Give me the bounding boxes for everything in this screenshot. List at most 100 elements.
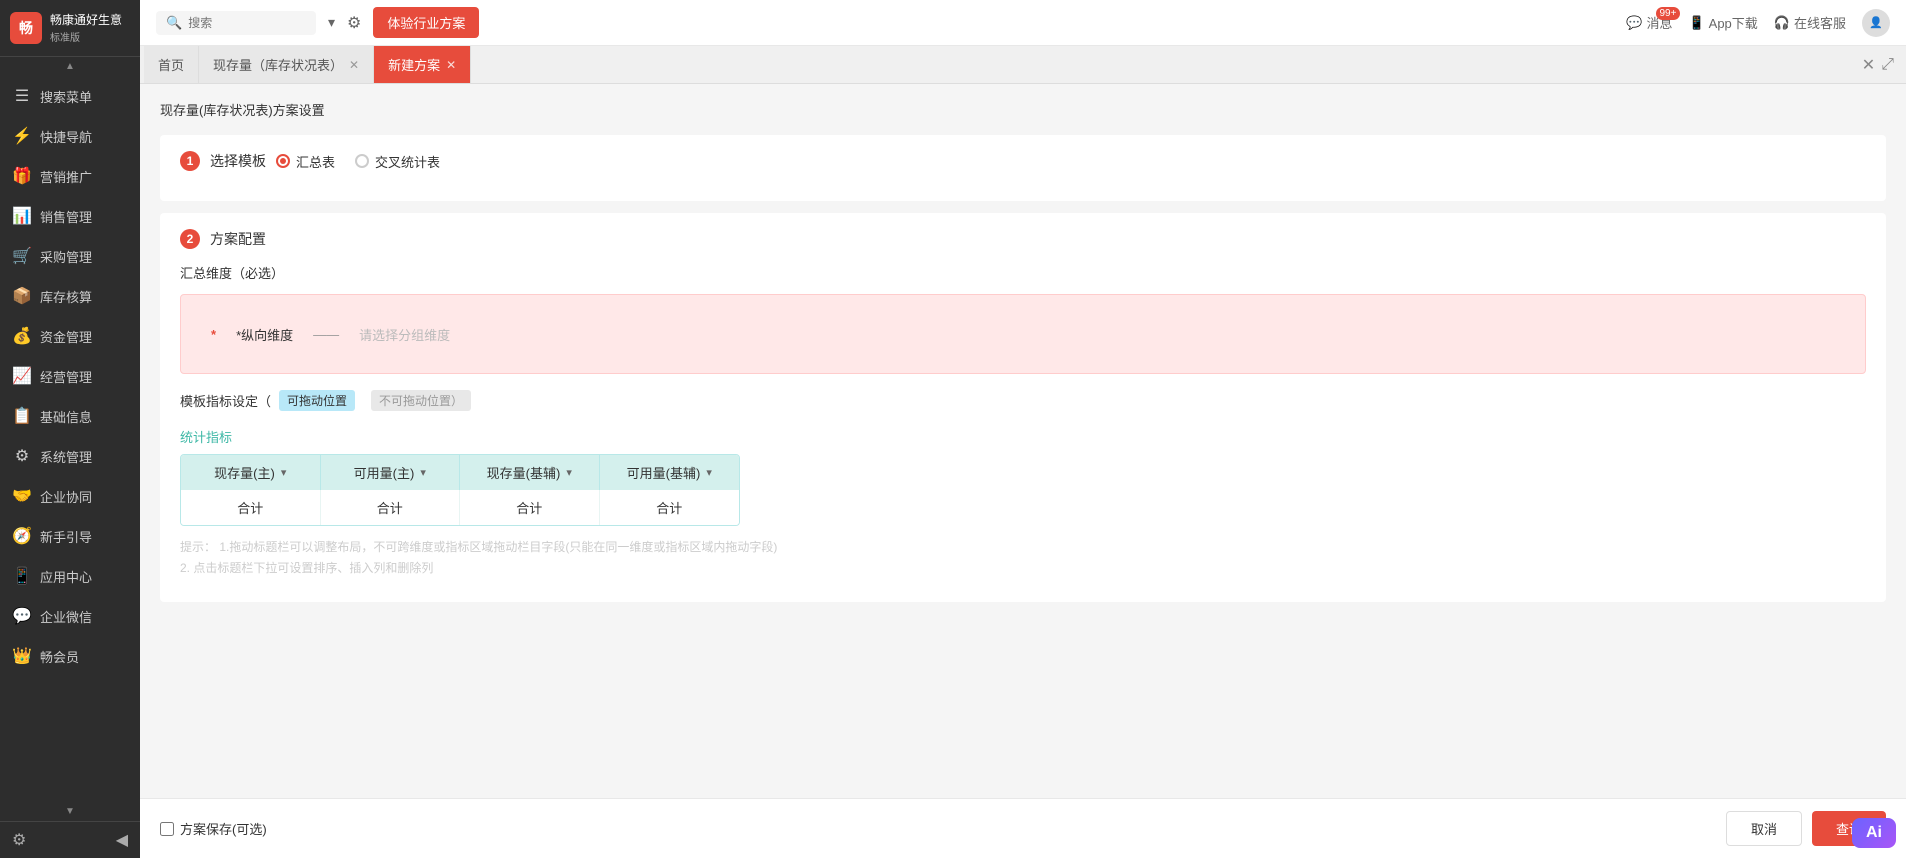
header-dropdown-icon[interactable]: ▾ xyxy=(328,14,335,31)
sidebar-item-basic-info[interactable]: 📋 基础信息 xyxy=(0,396,140,436)
sidebar-label-new-guide: 新手引导 xyxy=(40,527,92,546)
stats-col2-label: 可用量(主) xyxy=(354,463,415,482)
sidebar-item-system[interactable]: ⚙ 系统管理 xyxy=(0,436,140,476)
sidebar-label-app-center: 应用中心 xyxy=(40,567,92,586)
basic-info-icon: 📋 xyxy=(12,406,32,426)
stats-col2-body: 合计 xyxy=(321,490,461,525)
page-title: 现存量(库存状况表)方案设置 xyxy=(160,100,1886,119)
indicator-settings: 模板指标设定（ 可拖动位置 不可拖动位置） xyxy=(180,390,1866,411)
tab-new-scheme[interactable]: 新建方案 ✕ xyxy=(374,46,471,83)
col3-chevron-icon[interactable]: ▾ xyxy=(566,466,572,479)
sidebar-label-wechat: 企业微信 xyxy=(40,607,92,626)
sidebar-bottom: ⚙ ◀ xyxy=(0,821,140,858)
tab-home[interactable]: 首页 xyxy=(144,46,199,83)
sidebar-label-operations: 经营管理 xyxy=(40,367,92,386)
step2-title: 方案配置 xyxy=(210,229,266,249)
logo-icon: 畅 xyxy=(10,12,42,44)
sidebar-label-basic-info: 基础信息 xyxy=(40,407,92,426)
radio-summary-label: 汇总表 xyxy=(296,152,335,171)
sidebar-item-enterprise[interactable]: 🤝 企业协同 xyxy=(0,476,140,516)
finance-icon: 💰 xyxy=(12,326,32,346)
tab-new-scheme-close-icon[interactable]: ✕ xyxy=(446,58,456,72)
sidebar-label-quick-nav: 快捷导航 xyxy=(40,127,92,146)
collapse-icon[interactable]: ◀ xyxy=(116,830,128,850)
sidebar-item-inventory[interactable]: 📦 库存核算 xyxy=(0,276,140,316)
save-checkbox[interactable] xyxy=(160,822,174,836)
headset-icon: 🎧 xyxy=(1774,15,1790,31)
sidebar-item-purchase[interactable]: 🛒 采购管理 xyxy=(0,236,140,276)
search-menu-icon: ☰ xyxy=(12,86,32,106)
step2-header: 2 方案配置 xyxy=(180,229,1866,249)
app-center-icon: 📱 xyxy=(12,566,32,586)
stats-table: 现存量(主) ▾ 可用量(主) ▾ 现存量(基辅) ▾ 可用量(基辅) xyxy=(180,454,740,526)
sidebar-item-member[interactable]: 👑 畅会员 xyxy=(0,636,140,676)
sidebar-label-member: 畅会员 xyxy=(40,647,79,666)
sidebar-scroll-down[interactable]: ▼ xyxy=(0,802,140,821)
tab-inventory-label: 现存量（库存状况表） xyxy=(213,55,343,74)
radio-summary-table[interactable]: 汇总表 xyxy=(276,152,335,171)
tab-inventory-status[interactable]: 现存量（库存状况表） ✕ xyxy=(199,46,374,83)
col2-chevron-icon[interactable]: ▾ xyxy=(420,466,426,479)
sidebar-item-marketing[interactable]: 🎁 营销推广 xyxy=(0,156,140,196)
tab-restore-icon[interactable]: ⤢ xyxy=(1881,56,1894,74)
tab-bar: 首页 现存量（库存状况表） ✕ 新建方案 ✕ ✕ ⤢ xyxy=(140,46,1906,84)
step2-section: 2 方案配置 汇总维度（必选） * *纵向维度 —— 请选择分组维度 模板指标设… xyxy=(160,213,1886,602)
header-gear-icon[interactable]: ⚙ xyxy=(347,13,361,33)
indicator-settings-label: 模板指标设定（ 可拖动位置 不可拖动位置） xyxy=(180,390,1866,411)
sidebar-item-quick-nav[interactable]: ⚡ 快捷导航 xyxy=(0,116,140,156)
step1-title: 选择模板 xyxy=(210,151,266,171)
tab-end-icons: ✕ ⤢ xyxy=(1862,55,1902,75)
sidebar-item-app-center[interactable]: 📱 应用中心 xyxy=(0,556,140,596)
online-service-button[interactable]: 🎧 在线客服 xyxy=(1774,13,1846,32)
save-option-label: 方案保存(可选) xyxy=(180,819,267,838)
stats-body-row: 合计 合计 合计 合计 xyxy=(181,490,739,525)
trial-button[interactable]: 体验行业方案 xyxy=(373,7,479,38)
sidebar-label-finance: 资金管理 xyxy=(40,327,92,346)
hint-line-1: 提示： 1.拖动标题栏可以调整布局，不可跨维度或指标区域拖动栏目字段(只能在同一… xyxy=(180,538,1866,555)
ai-badge[interactable]: Ai xyxy=(1852,818,1896,848)
col4-chevron-icon[interactable]: ▾ xyxy=(706,466,712,479)
sidebar-label-marketing: 营销推广 xyxy=(40,167,92,186)
step1-header: 1 选择模板 汇总表 交叉统计表 xyxy=(180,151,1866,171)
tab-inventory-close-icon[interactable]: ✕ xyxy=(349,58,359,72)
user-avatar[interactable]: 👤 xyxy=(1862,9,1890,37)
tab-close-icon[interactable]: ✕ xyxy=(1862,55,1875,75)
sidebar-label-search-menu: 搜索菜单 xyxy=(40,87,92,106)
indicator-settings-text: 模板指标设定（ xyxy=(180,391,271,410)
inventory-icon: 📦 xyxy=(12,286,32,306)
radio-summary-circle xyxy=(276,154,290,168)
template-options: 汇总表 交叉统计表 xyxy=(276,152,440,171)
sidebar-item-sales[interactable]: 📊 销售管理 xyxy=(0,196,140,236)
search-icon: 🔍 xyxy=(166,15,182,31)
sidebar-label-purchase: 采购管理 xyxy=(40,247,92,266)
search-input[interactable] xyxy=(188,16,288,30)
search-bar[interactable]: 🔍 xyxy=(156,11,316,35)
sidebar-item-finance[interactable]: 💰 资金管理 xyxy=(0,316,140,356)
content-area: 现存量(库存状况表)方案设置 1 选择模板 汇总表 交叉统计表 xyxy=(140,84,1906,798)
message-icon: 💬 xyxy=(1626,15,1642,31)
radio-cross-label: 交叉统计表 xyxy=(375,152,440,171)
sidebar-item-operations[interactable]: 📈 经营管理 xyxy=(0,356,140,396)
stats-col1-body: 合计 xyxy=(181,490,321,525)
message-button[interactable]: 💬 消息 99+ xyxy=(1626,13,1672,32)
hint-line-2: 2. 点击标题栏下拉可设置排序、插入列和删除列 xyxy=(180,559,1866,576)
sidebar-scroll-up[interactable]: ▲ xyxy=(0,57,140,76)
sidebar-item-wechat[interactable]: 💬 企业微信 xyxy=(0,596,140,636)
sidebar-item-new-guide[interactable]: 🧭 新手引导 xyxy=(0,516,140,556)
settings-icon[interactable]: ⚙ xyxy=(12,830,26,850)
app-name: 畅康通好生意 xyxy=(50,12,122,29)
sidebar-label-sales: 销售管理 xyxy=(40,207,92,226)
top-header: 🔍 ▾ ⚙ 体验行业方案 💬 消息 99+ 📱 App下载 🎧 在线客服 👤 xyxy=(140,0,1906,46)
step2-badge: 2 xyxy=(180,229,200,249)
stats-col1-header: 现存量(主) ▾ xyxy=(181,455,321,490)
stats-label: 统计指标 xyxy=(180,427,1866,446)
stats-header-row: 现存量(主) ▾ 可用量(主) ▾ 现存量(基辅) ▾ 可用量(基辅) xyxy=(181,455,739,490)
app-download-button[interactable]: 📱 App下载 xyxy=(1688,13,1757,32)
cancel-button[interactable]: 取消 xyxy=(1726,811,1802,846)
dim-placeholder: 请选择分组维度 xyxy=(359,325,450,344)
sidebar-item-search-menu[interactable]: ☰ 搜索菜单 xyxy=(0,76,140,116)
col1-chevron-icon[interactable]: ▾ xyxy=(281,466,287,479)
sales-icon: 📊 xyxy=(12,206,32,226)
phone-icon: 📱 xyxy=(1688,15,1704,31)
radio-cross-table[interactable]: 交叉统计表 xyxy=(355,152,440,171)
